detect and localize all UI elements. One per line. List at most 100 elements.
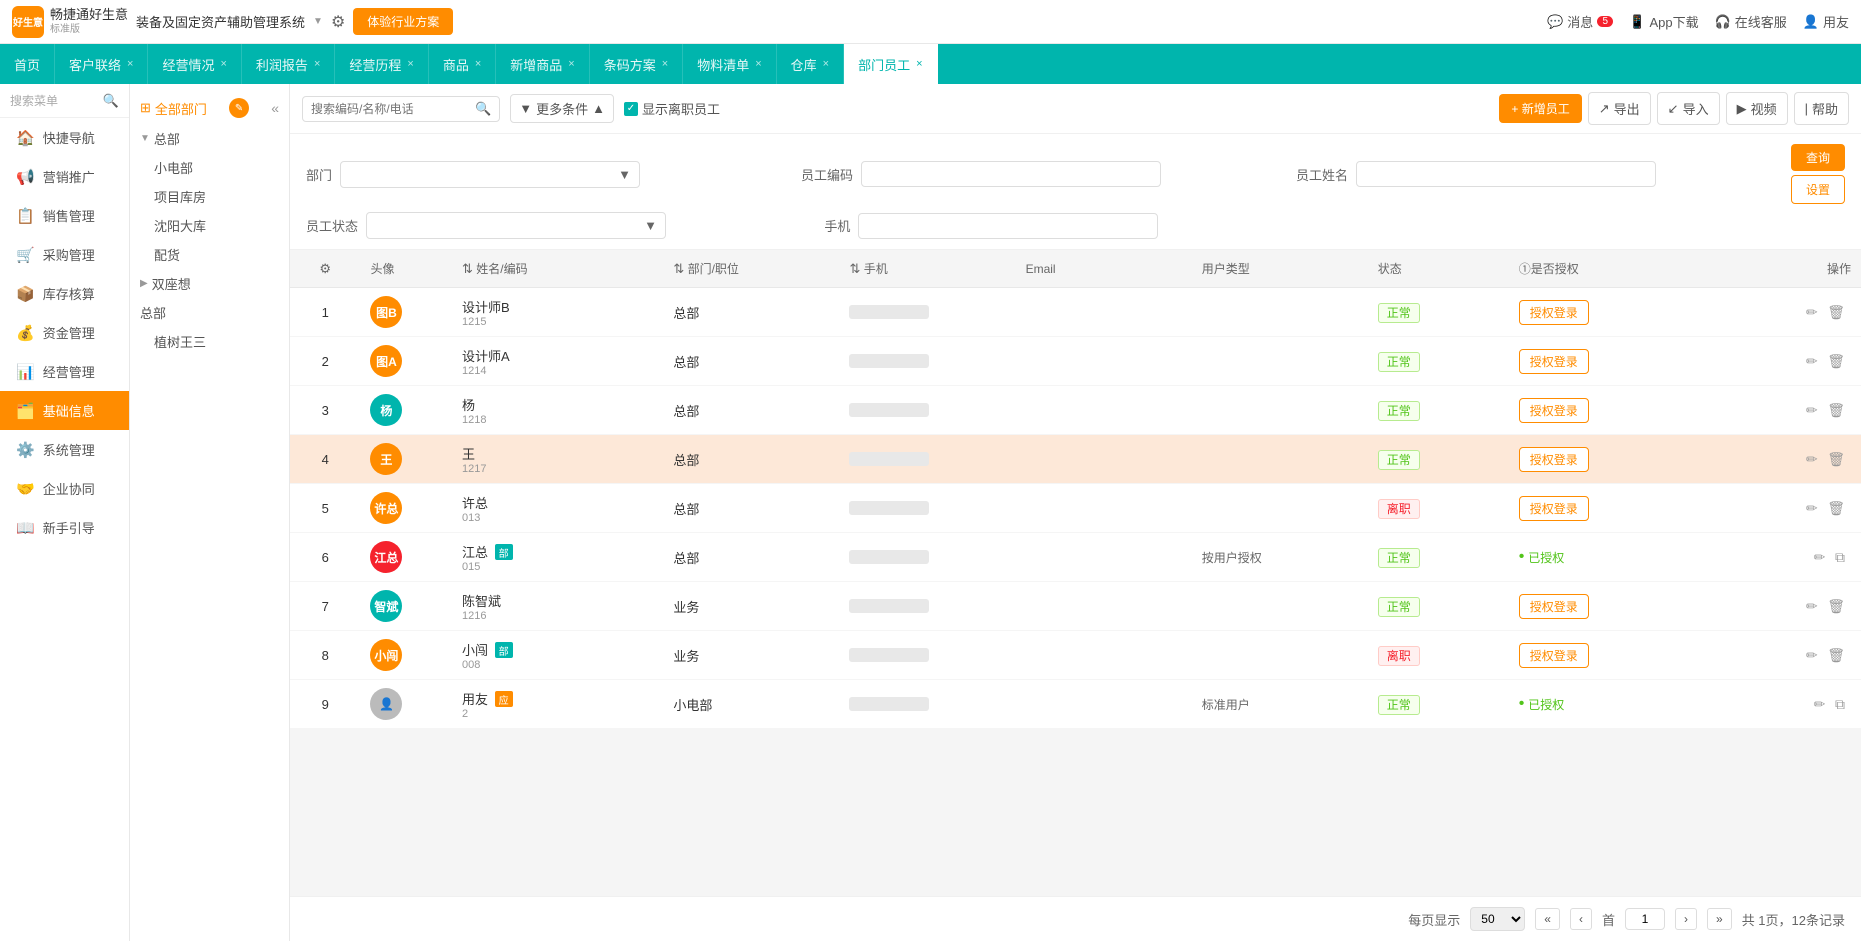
dept-item-headquarters[interactable]: ▼ 总部 [130, 124, 289, 153]
sort-icon[interactable]: ⇅ [673, 261, 684, 276]
dept-edit-icon[interactable]: ✎ [229, 98, 249, 118]
tab-customer[interactable]: 客户联络× [55, 44, 148, 84]
filter-status-select[interactable]: ▼ [366, 212, 666, 239]
tab-close-icon[interactable]: × [127, 58, 133, 70]
prev-page-button[interactable]: ‹ [1570, 908, 1592, 930]
auth-button[interactable]: 授权登录 [1519, 300, 1589, 325]
edit-icon[interactable]: ✏ [1806, 598, 1818, 614]
filter-phone-input[interactable] [858, 213, 1158, 239]
dept-item-shuangzuo[interactable]: ▶ 双座想 [130, 269, 289, 298]
tab-close-icon[interactable]: × [568, 58, 574, 70]
auth-button[interactable]: 授权登录 [1519, 496, 1589, 521]
tab-department[interactable]: 部门员工× [844, 44, 937, 84]
sidebar-item-inventory[interactable]: 📦 库存核算 [0, 274, 129, 313]
tab-close-icon[interactable]: × [407, 58, 413, 70]
edit-icon[interactable]: ✏ [1806, 451, 1818, 467]
delete-icon[interactable]: 🗑 [1827, 402, 1845, 418]
settings-icon[interactable]: ⚙ [331, 12, 345, 32]
filter-empcode-input[interactable] [861, 161, 1161, 187]
delete-icon[interactable]: 🗑 [1827, 451, 1845, 467]
dept-item-project[interactable]: 项目库房 [130, 182, 289, 211]
sidebar-item-finance[interactable]: 💰 资金管理 [0, 313, 129, 352]
edit-icon[interactable]: ✏ [1806, 353, 1818, 369]
delete-icon[interactable]: 🗑 [1827, 304, 1845, 320]
search-box[interactable]: 🔍 [302, 96, 500, 122]
sidebar-item-sales[interactable]: 📋 销售管理 [0, 196, 129, 235]
auth-button[interactable]: 授权登录 [1519, 349, 1589, 374]
view-button[interactable]: ▶ 视频 [1726, 92, 1788, 125]
tab-close-icon[interactable]: × [662, 58, 668, 70]
tab-close-icon[interactable]: × [475, 58, 481, 70]
user-button[interactable]: 👤 用友 [1803, 12, 1849, 31]
sidebar-item-operation[interactable]: 📊 经营管理 [0, 352, 129, 391]
app-download-button[interactable]: 📱 App下载 [1629, 12, 1698, 31]
online-service-button[interactable]: 🎧 在线客服 [1715, 12, 1787, 31]
dept-item-xiaodian[interactable]: 小电部 [130, 153, 289, 182]
message-button[interactable]: 💬 消息 5 [1547, 12, 1613, 31]
sidebar-search[interactable]: 搜索菜单 🔍 [0, 84, 129, 118]
set-button[interactable]: 设置 [1791, 175, 1845, 204]
tab-profit[interactable]: 利润报告× [242, 44, 335, 84]
tab-bom[interactable]: 物料清单× [683, 44, 776, 84]
sidebar-item-marketing[interactable]: 📢 营销推广 [0, 157, 129, 196]
edit-icon[interactable]: ✏ [1814, 549, 1826, 565]
first-page-button[interactable]: « [1535, 908, 1560, 930]
tab-barcode[interactable]: 条码方案× [590, 44, 683, 84]
sys-title-chevron-icon[interactable]: ▼ [313, 16, 323, 27]
add-employee-button[interactable]: + 新增员工 [1499, 94, 1581, 123]
settings-icon[interactable]: ⚙ [319, 261, 331, 276]
auth-button[interactable]: 授权登录 [1519, 594, 1589, 619]
sidebar-item-collab[interactable]: 🤝 企业协同 [0, 469, 129, 508]
tab-operation[interactable]: 经营情况× [148, 44, 241, 84]
sidebar-item-basic[interactable]: 🗂️ 基础信息 [0, 391, 129, 430]
query-button[interactable]: 查询 [1791, 144, 1845, 171]
tab-history[interactable]: 经营历程× [335, 44, 428, 84]
show-resigned-checkbox[interactable]: ✓ 显示离职员工 [624, 99, 720, 118]
per-page-select[interactable]: 50 20 100 [1470, 907, 1525, 931]
experience-button[interactable]: 体验行业方案 [353, 8, 453, 35]
sidebar-item-quicknav[interactable]: 🏠 快捷导航 [0, 118, 129, 157]
edit-icon[interactable]: ✏ [1806, 500, 1818, 516]
next-page-button[interactable]: › [1675, 908, 1697, 930]
more-conditions-button[interactable]: ▼ 更多条件 ▲ [510, 94, 614, 123]
tab-close-icon[interactable]: × [916, 58, 922, 70]
sidebar-item-guide[interactable]: 📖 新手引导 [0, 508, 129, 547]
tab-close-icon[interactable]: × [755, 58, 761, 70]
sidebar-item-system[interactable]: ⚙️ 系统管理 [0, 430, 129, 469]
search-input[interactable] [311, 102, 471, 116]
tab-goods[interactable]: 商品× [429, 44, 496, 84]
auth-button[interactable]: 授权登录 [1519, 643, 1589, 668]
help-button[interactable]: | 帮助 [1794, 92, 1849, 125]
tab-add-goods[interactable]: 新增商品× [496, 44, 589, 84]
sort-icon[interactable]: ⇅ [849, 261, 860, 276]
delete-icon[interactable]: 🗑 [1827, 647, 1845, 663]
delete-icon[interactable]: 🗑 [1827, 353, 1845, 369]
last-page-button[interactable]: » [1707, 908, 1732, 930]
dept-item-zhishu[interactable]: 植树王三 [130, 327, 289, 356]
copy-icon[interactable]: ⧉ [1835, 696, 1845, 712]
auth-button[interactable]: 授权登录 [1519, 447, 1589, 472]
tab-warehouse[interactable]: 仓库× [777, 44, 844, 84]
dept-item-zongbu[interactable]: 总部 [130, 298, 289, 327]
filter-empname-input[interactable] [1356, 161, 1656, 187]
copy-icon[interactable]: ⧉ [1835, 549, 1845, 565]
page-number-input[interactable] [1625, 908, 1665, 930]
edit-icon[interactable]: ✏ [1814, 696, 1826, 712]
import-button[interactable]: ↙ 导入 [1657, 92, 1720, 125]
tab-close-icon[interactable]: × [220, 58, 226, 70]
delete-icon[interactable]: 🗑 [1827, 500, 1845, 516]
delete-icon[interactable]: 🗑 [1827, 598, 1845, 614]
tab-close-icon[interactable]: × [823, 58, 829, 70]
edit-icon[interactable]: ✏ [1806, 647, 1818, 663]
export-button[interactable]: ↗ 导出 [1588, 92, 1651, 125]
auth-button[interactable]: 授权登录 [1519, 398, 1589, 423]
tab-close-icon[interactable]: × [314, 58, 320, 70]
tab-home[interactable]: 首页 [0, 44, 55, 84]
filter-dept-select[interactable]: ▼ [340, 161, 640, 188]
dept-item-shenyang[interactable]: 沈阳大库 [130, 211, 289, 240]
dept-collapse-icon[interactable]: « [271, 100, 279, 116]
sidebar-item-purchase[interactable]: 🛒 采购管理 [0, 235, 129, 274]
edit-icon[interactable]: ✏ [1806, 402, 1818, 418]
sort-icon[interactable]: ⇅ [462, 261, 473, 276]
edit-icon[interactable]: ✏ [1806, 304, 1818, 320]
